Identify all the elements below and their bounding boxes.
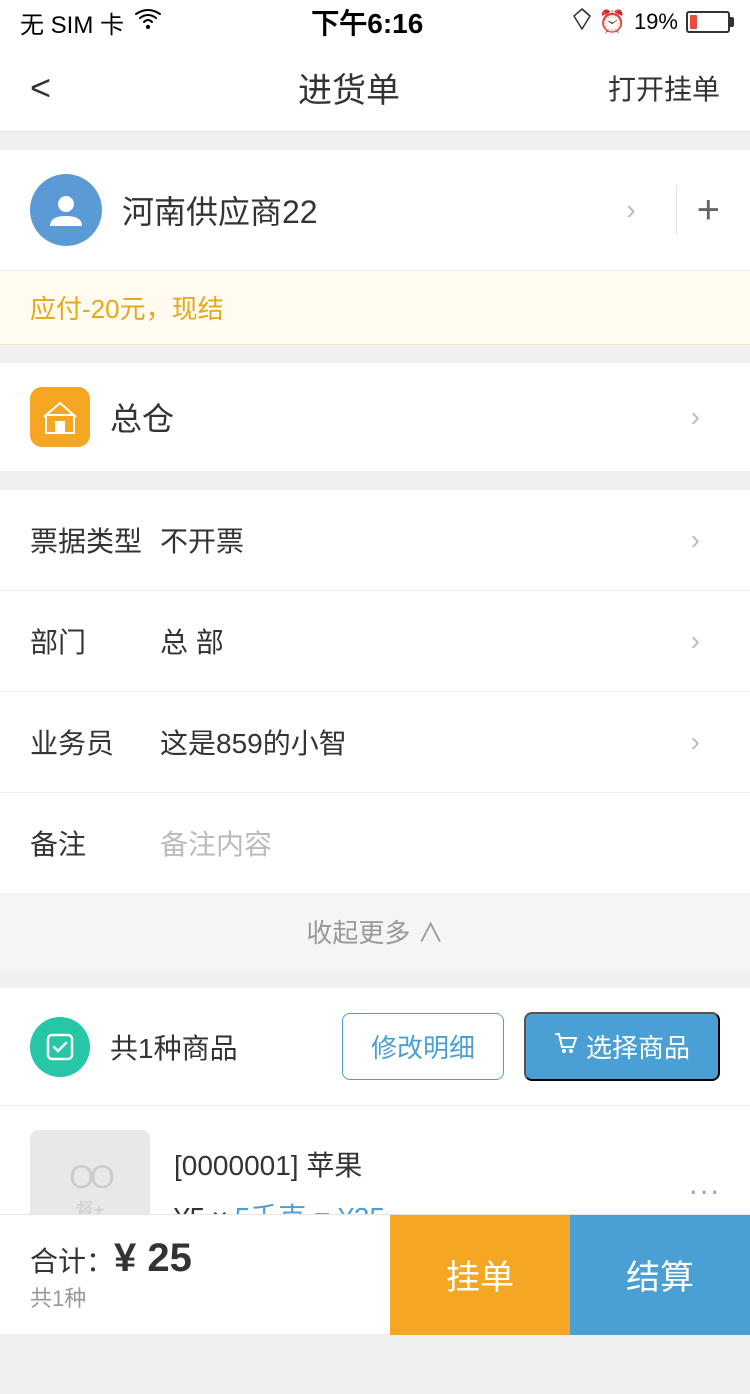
products-header: 共1种商品 修改明细 选择商品: [0, 988, 750, 1105]
checkout-button[interactable]: 结算: [570, 1215, 750, 1335]
product-name: [0000001] 苹果: [174, 1144, 664, 1184]
alarm-icon: ⏰: [599, 9, 626, 35]
battery-text: 19%: [634, 9, 678, 35]
cart-icon: [554, 1031, 578, 1062]
battery-icon: [686, 11, 730, 33]
warehouse-chevron-icon: ›: [691, 401, 700, 433]
status-right: ⏰ 19%: [573, 8, 730, 36]
status-bar: 无 SIM 卡 下午6:16 ⏰ 19%: [0, 0, 750, 44]
remark-label: 备注: [30, 823, 160, 863]
total-section: 合计：¥ 25 共1种: [0, 1236, 390, 1313]
status-time: 下午6:16: [311, 2, 423, 42]
warehouse-icon: [30, 387, 90, 447]
product-code: [0000001] 苹果: [174, 1150, 362, 1181]
owl-logo: OO 督+: [69, 1159, 111, 1222]
bottom-bar: 合计：¥ 25 共1种 挂单 结算: [0, 1214, 750, 1334]
nav-bar: < 进货单 打开挂单: [0, 44, 750, 132]
section-gap-1: [0, 132, 750, 150]
notice-bar: 应付-20元，现结: [0, 271, 750, 345]
invoice-label: 票据类型: [30, 520, 160, 560]
more-button[interactable]: ···: [688, 1172, 720, 1209]
invoice-value: 不开票: [160, 520, 691, 560]
warehouse-section: 总仓 ›: [0, 363, 750, 471]
salesman-label: 业务员: [30, 722, 160, 762]
carrier-text: 无 SIM 卡: [20, 5, 124, 40]
location-icon: [573, 8, 591, 36]
wifi-icon: [134, 8, 162, 37]
form-section: 票据类型 不开票 › 部门 总 部 › 业务员 这是859的小智 › 备注 备注…: [0, 489, 750, 893]
supplier-section: 河南供应商22 › + 应付-20元，现结: [0, 150, 750, 345]
add-button[interactable]: +: [697, 188, 720, 233]
department-chevron-icon: ›: [691, 625, 700, 657]
remark-input[interactable]: 备注内容: [160, 823, 720, 863]
select-product-label: 选择商品: [586, 1028, 690, 1065]
supplier-name: 河南供应商22: [122, 187, 626, 233]
supplier-chevron-icon: ›: [626, 194, 635, 226]
section-gap-3: [0, 471, 750, 489]
remark-row[interactable]: 备注 备注内容: [0, 792, 750, 893]
warehouse-row[interactable]: 总仓 ›: [0, 363, 750, 471]
section-gap-2: [0, 345, 750, 363]
department-value: 总 部: [160, 621, 691, 661]
warehouse-name: 总仓: [110, 394, 691, 440]
total-count: 共1种: [30, 1281, 360, 1313]
hang-button[interactable]: 挂单: [390, 1215, 570, 1335]
invoice-chevron-icon: ›: [691, 524, 700, 556]
salesman-row[interactable]: 业务员 这是859的小智 ›: [0, 691, 750, 792]
salesman-chevron-icon: ›: [691, 726, 700, 758]
salesman-value: 这是859的小智: [160, 722, 691, 762]
supplier-row[interactable]: 河南供应商22 › +: [0, 150, 750, 271]
select-product-button[interactable]: 选择商品: [524, 1012, 720, 1081]
status-left: 无 SIM 卡: [20, 5, 162, 40]
open-hang-button[interactable]: 打开挂单: [608, 68, 720, 108]
invoice-row[interactable]: 票据类型 不开票 ›: [0, 489, 750, 590]
products-icon: [30, 1017, 90, 1077]
department-label: 部门: [30, 621, 160, 661]
collapse-bar[interactable]: 收起更多 ∧: [0, 893, 750, 970]
back-button[interactable]: <: [30, 67, 90, 109]
products-count: 共1种商品: [110, 1027, 322, 1067]
total-amount: ¥ 25: [114, 1236, 192, 1280]
edit-detail-button[interactable]: 修改明细: [342, 1013, 504, 1080]
supplier-avatar: [30, 174, 102, 246]
total-label: 合计：: [30, 1246, 114, 1277]
department-row[interactable]: 部门 总 部 ›: [0, 590, 750, 691]
divider: [676, 185, 677, 235]
page-title: 进货单: [298, 63, 400, 112]
